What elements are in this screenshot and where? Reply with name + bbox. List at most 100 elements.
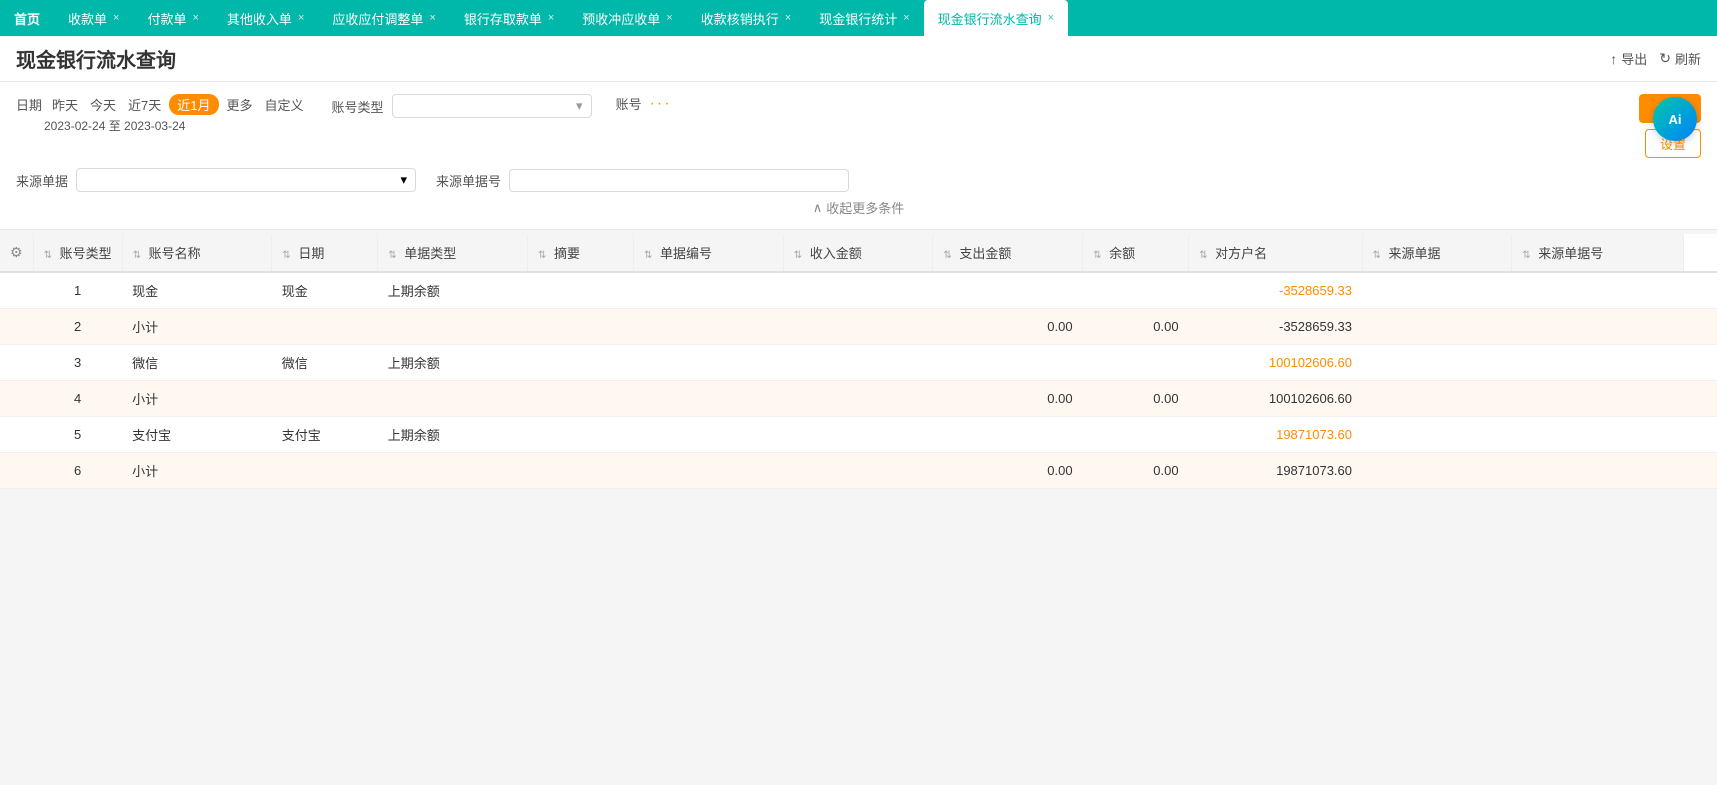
col-source-doc[interactable]: ⇅ 来源单据 bbox=[1362, 234, 1512, 272]
col-income[interactable]: ⇅ 收入金额 bbox=[783, 234, 933, 272]
cell-account-type: 现金 bbox=[122, 272, 272, 309]
date-opt-custom[interactable]: 自定义 bbox=[261, 94, 308, 115]
date-opt-7days[interactable]: 近7天 bbox=[124, 94, 165, 115]
tab-fukuan[interactable]: 付款单 × bbox=[133, 0, 212, 36]
nav-home[interactable]: 首页 bbox=[0, 0, 54, 36]
cell-date bbox=[378, 309, 528, 345]
close-icon[interactable]: × bbox=[429, 12, 435, 24]
col-label: 账号名称 bbox=[149, 246, 201, 261]
close-icon[interactable]: × bbox=[298, 12, 304, 24]
table-row[interactable]: 2小计0.000.00-3528659.33 bbox=[0, 309, 1717, 345]
chevron-down-icon: ▾ bbox=[576, 98, 583, 114]
date-opt-1month[interactable]: 近1月 bbox=[169, 94, 218, 115]
cell-expense: 0.00 bbox=[1083, 381, 1189, 417]
page-header: 现金银行流水查询 ↑ 导出 ↻ 刷新 bbox=[0, 36, 1717, 82]
sort-icon: ⇅ bbox=[44, 250, 52, 261]
cell-doc-type bbox=[527, 381, 633, 417]
cell-balance: -3528659.33 bbox=[1189, 272, 1362, 309]
cell-income: 0.00 bbox=[933, 309, 1083, 345]
col-date[interactable]: ⇅ 日期 bbox=[272, 234, 378, 272]
col-doc-no[interactable]: ⇅ 单据编号 bbox=[633, 234, 783, 272]
date-opt-more[interactable]: 更多 bbox=[223, 94, 257, 115]
row-number: 2 bbox=[33, 309, 122, 345]
cell-counterpart bbox=[1362, 381, 1512, 417]
cell-counterpart bbox=[1362, 345, 1512, 381]
tab-other-income[interactable]: 其他收入单 × bbox=[213, 0, 318, 36]
gear-icon[interactable]: ⚙ bbox=[10, 244, 23, 260]
close-icon[interactable]: × bbox=[785, 12, 791, 24]
table-row[interactable]: 4小计0.000.00100102606.60 bbox=[0, 381, 1717, 417]
cell-doc-no bbox=[783, 417, 933, 453]
source-doc-no-input[interactable] bbox=[509, 169, 849, 192]
table-row[interactable]: 1现金现金上期余额-3528659.33 bbox=[0, 272, 1717, 309]
settings-col-header[interactable]: ⚙ bbox=[0, 234, 33, 272]
close-icon[interactable]: × bbox=[548, 12, 554, 24]
cell-counterpart bbox=[1362, 272, 1512, 309]
close-icon[interactable]: × bbox=[1048, 12, 1054, 24]
date-opt-yesterday[interactable]: 昨天 bbox=[48, 94, 82, 115]
sort-icon: ⇅ bbox=[388, 250, 396, 261]
tab-stats[interactable]: 现金银行统计 × bbox=[805, 0, 923, 36]
tab-cashflow[interactable]: 现金银行流水查询 × bbox=[924, 0, 1068, 36]
sort-icon: ⇅ bbox=[1522, 250, 1530, 261]
cell-account-type: 支付宝 bbox=[122, 417, 272, 453]
nav-home-label: 首页 bbox=[14, 9, 40, 28]
tab-verify[interactable]: 收款核销执行 × bbox=[687, 0, 805, 36]
account-type-select[interactable]: ▾ bbox=[392, 94, 592, 118]
tab-bank[interactable]: 银行存取款单 × bbox=[450, 0, 568, 36]
sort-icon: ⇅ bbox=[1199, 250, 1207, 261]
cell-source-doc bbox=[1512, 272, 1684, 309]
account-label: 账号 bbox=[616, 94, 642, 113]
ai-assistant-button[interactable]: Ai bbox=[1653, 97, 1697, 141]
date-opt-today[interactable]: 今天 bbox=[86, 94, 120, 115]
cell-balance: 19871073.60 bbox=[1189, 453, 1362, 489]
close-icon[interactable]: × bbox=[903, 12, 909, 24]
table-area: ⚙ ⇅ 账号类型 ⇅ 账号名称 ⇅ 日期 ⇅ 单据类型 bbox=[0, 234, 1717, 489]
cell-doc-no bbox=[783, 309, 933, 345]
cell-counterpart bbox=[1362, 417, 1512, 453]
collapse-button[interactable]: ∧ 收起更多条件 bbox=[813, 198, 905, 217]
cell-summary bbox=[633, 453, 783, 489]
col-label: 来源单据号 bbox=[1538, 246, 1603, 261]
cell-expense bbox=[1083, 345, 1189, 381]
cell-account-type: 小计 bbox=[122, 453, 272, 489]
col-doc-type[interactable]: ⇅ 单据类型 bbox=[378, 234, 528, 272]
sort-icon: ⇅ bbox=[282, 250, 290, 261]
close-icon[interactable]: × bbox=[113, 12, 119, 24]
col-label: 支出金额 bbox=[959, 246, 1011, 261]
col-account-type[interactable]: ⇅ 账号类型 bbox=[33, 234, 122, 272]
tab-label: 应收应付调整单 bbox=[332, 9, 423, 28]
table-row[interactable]: 3微信微信上期余额100102606.60 bbox=[0, 345, 1717, 381]
account-type-label: 账号类型 bbox=[332, 97, 384, 116]
col-counterpart[interactable]: ⇅ 对方户名 bbox=[1189, 234, 1362, 272]
source-doc-select[interactable]: ▾ bbox=[76, 168, 416, 192]
close-icon[interactable]: × bbox=[666, 12, 672, 24]
cell-account-type: 微信 bbox=[122, 345, 272, 381]
table-row[interactable]: 5支付宝支付宝上期余额19871073.60 bbox=[0, 417, 1717, 453]
tab-label: 银行存取款单 bbox=[464, 9, 542, 28]
cell-source-doc bbox=[1512, 345, 1684, 381]
cell-doc-type bbox=[527, 417, 633, 453]
tab-label: 收款单 bbox=[68, 9, 107, 28]
collapse-row: ∧ 收起更多条件 bbox=[16, 198, 1701, 217]
col-account-name[interactable]: ⇅ 账号名称 bbox=[122, 234, 272, 272]
col-expense[interactable]: ⇅ 支出金额 bbox=[933, 234, 1083, 272]
tab-adjust[interactable]: 应收应付调整单 × bbox=[318, 0, 449, 36]
export-button[interactable]: ↑ 导出 bbox=[1610, 49, 1647, 68]
cell-expense: 0.00 bbox=[1083, 309, 1189, 345]
refresh-button[interactable]: ↻ 刷新 bbox=[1659, 49, 1701, 68]
col-label: 单据编号 bbox=[660, 246, 712, 261]
col-balance[interactable]: ⇅ 余额 bbox=[1083, 234, 1189, 272]
cell-doc-no bbox=[783, 272, 933, 309]
col-summary[interactable]: ⇅ 摘要 bbox=[527, 234, 633, 272]
col-label: 账号类型 bbox=[60, 246, 112, 261]
table-row[interactable]: 6小计0.000.0019871073.60 bbox=[0, 453, 1717, 489]
col-source-doc-no[interactable]: ⇅ 来源单据号 bbox=[1512, 234, 1684, 272]
tab-pre-collect[interactable]: 预收冲应收单 × bbox=[568, 0, 686, 36]
close-icon[interactable]: × bbox=[192, 12, 198, 24]
tab-shoukuan[interactable]: 收款单 × bbox=[54, 0, 133, 36]
cell-summary bbox=[633, 309, 783, 345]
tab-label: 其他收入单 bbox=[227, 9, 292, 28]
header-actions: ↑ 导出 ↻ 刷新 bbox=[1610, 49, 1701, 68]
dots-button[interactable]: ··· bbox=[650, 95, 672, 113]
